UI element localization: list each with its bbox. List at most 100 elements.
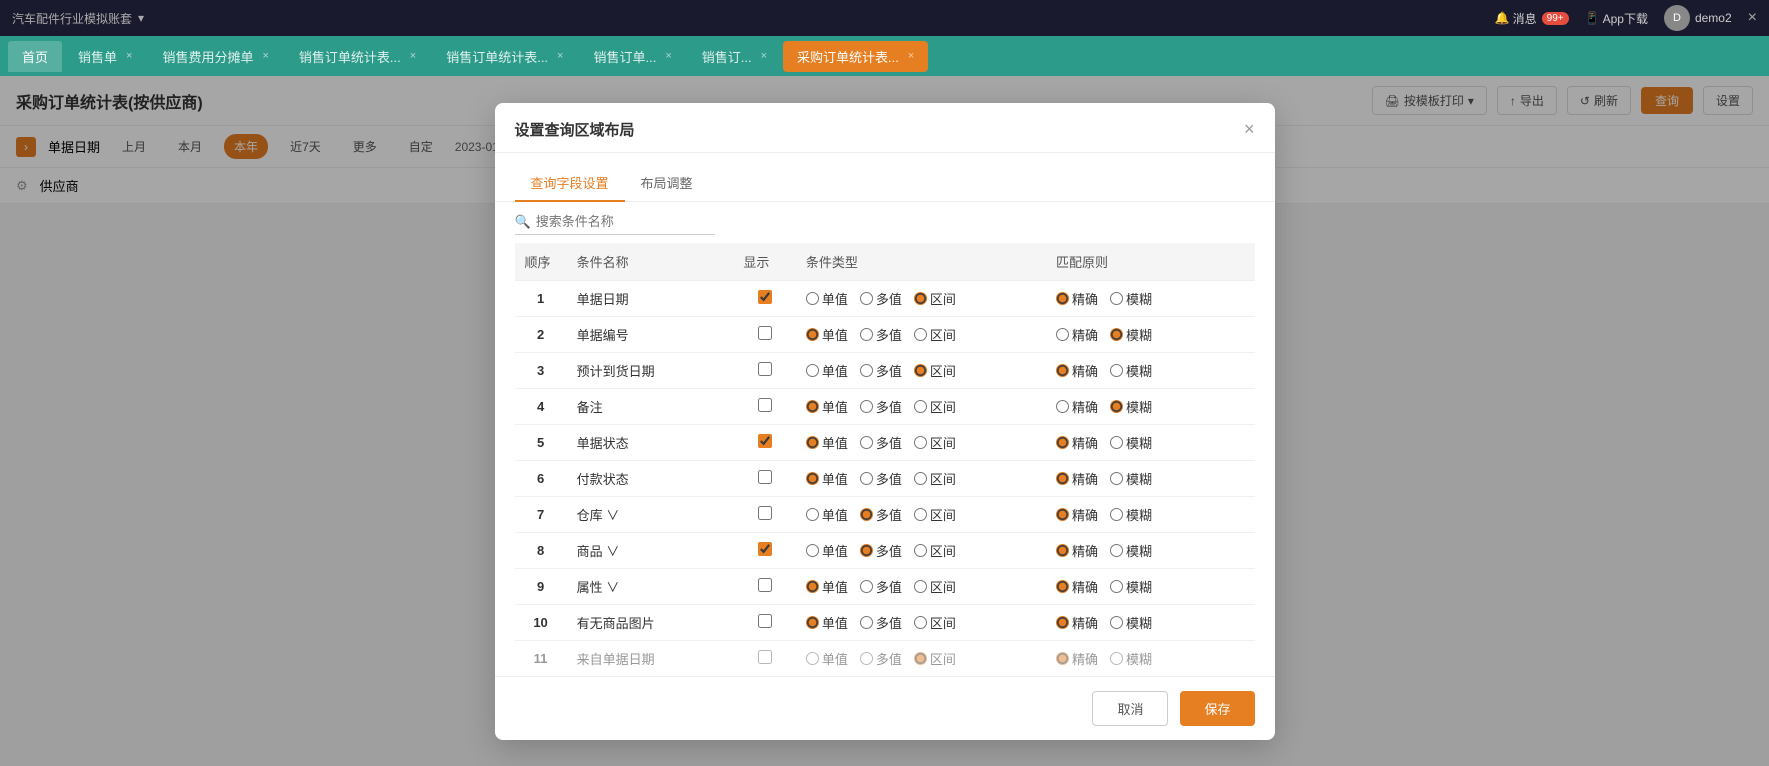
- match-radio-精确[interactable]: 精确: [1056, 613, 1098, 632]
- match-radio-模糊[interactable]: 模糊: [1110, 577, 1152, 596]
- type-radio-多值[interactable]: 多值: [860, 505, 902, 524]
- match-radio-精确[interactable]: 精确: [1056, 433, 1098, 452]
- match-radio-input-精确[interactable]: [1056, 328, 1069, 341]
- type-radio-input-单值[interactable]: [806, 508, 819, 521]
- show-checkbox[interactable]: [758, 506, 772, 520]
- match-radio-精确[interactable]: 精确: [1056, 649, 1098, 668]
- match-radio-模糊[interactable]: 模糊: [1110, 505, 1152, 524]
- match-radio-input-精确[interactable]: [1056, 400, 1069, 413]
- tab-purchase-close[interactable]: ×: [908, 50, 914, 62]
- match-radio-精确[interactable]: 精确: [1056, 577, 1098, 596]
- match-radio-input-精确[interactable]: [1056, 292, 1069, 305]
- show-checkbox[interactable]: [758, 326, 772, 340]
- match-radio-模糊[interactable]: 模糊: [1110, 649, 1152, 668]
- type-radio-单值[interactable]: 单值: [806, 505, 848, 524]
- type-radio-多值[interactable]: 多值: [860, 433, 902, 452]
- match-radio-input-模糊[interactable]: [1110, 472, 1123, 485]
- show-checkbox[interactable]: [758, 398, 772, 412]
- match-radio-模糊[interactable]: 模糊: [1110, 541, 1152, 560]
- type-radio-input-区间[interactable]: [914, 292, 927, 305]
- type-radio-input-区间[interactable]: [914, 436, 927, 449]
- type-radio-单值[interactable]: 单值: [806, 397, 848, 416]
- type-radio-input-单值[interactable]: [806, 328, 819, 341]
- tab-query-fields[interactable]: 查询字段设置: [515, 165, 625, 202]
- window-close-btn[interactable]: ×: [1748, 9, 1757, 27]
- type-radio-多值[interactable]: 多值: [860, 577, 902, 596]
- type-radio-input-区间[interactable]: [914, 544, 927, 557]
- type-radio-input-多值[interactable]: [860, 400, 873, 413]
- show-checkbox[interactable]: [758, 650, 772, 664]
- match-radio-模糊[interactable]: 模糊: [1110, 361, 1152, 380]
- match-radio-精确[interactable]: 精确: [1056, 325, 1098, 344]
- match-radio-input-模糊[interactable]: [1110, 400, 1123, 413]
- type-radio-多值[interactable]: 多值: [860, 325, 902, 344]
- match-radio-input-精确[interactable]: [1056, 616, 1069, 629]
- tab-6[interactable]: 销售订... ×: [688, 41, 781, 72]
- type-radio-多值[interactable]: 多值: [860, 397, 902, 416]
- type-radio-input-区间[interactable]: [914, 616, 927, 629]
- type-radio-单值[interactable]: 单值: [806, 361, 848, 380]
- type-radio-区间[interactable]: 区间: [914, 325, 956, 344]
- type-radio-区间[interactable]: 区间: [914, 505, 956, 524]
- show-checkbox[interactable]: [758, 290, 772, 304]
- type-radio-单值[interactable]: 单值: [806, 649, 848, 668]
- type-radio-区间[interactable]: 区间: [914, 613, 956, 632]
- search-input[interactable]: [536, 214, 696, 229]
- type-radio-input-单值[interactable]: [806, 292, 819, 305]
- match-radio-input-精确[interactable]: [1056, 364, 1069, 377]
- type-radio-input-区间[interactable]: [914, 400, 927, 413]
- type-radio-input-单值[interactable]: [806, 436, 819, 449]
- match-radio-input-模糊[interactable]: [1110, 436, 1123, 449]
- type-radio-单值[interactable]: 单值: [806, 325, 848, 344]
- type-radio-input-多值[interactable]: [860, 364, 873, 377]
- type-radio-input-多值[interactable]: [860, 472, 873, 485]
- show-checkbox[interactable]: [758, 614, 772, 628]
- type-radio-区间[interactable]: 区间: [914, 577, 956, 596]
- type-radio-单值[interactable]: 单值: [806, 469, 848, 488]
- type-radio-input-区间[interactable]: [914, 580, 927, 593]
- type-radio-单值[interactable]: 单值: [806, 577, 848, 596]
- match-radio-input-模糊[interactable]: [1110, 544, 1123, 557]
- show-checkbox[interactable]: [758, 578, 772, 592]
- match-radio-模糊[interactable]: 模糊: [1110, 325, 1152, 344]
- type-radio-input-单值[interactable]: [806, 400, 819, 413]
- cancel-btn[interactable]: 取消: [1092, 691, 1168, 726]
- show-checkbox[interactable]: [758, 542, 772, 556]
- type-radio-input-多值[interactable]: [860, 328, 873, 341]
- type-radio-区间[interactable]: 区间: [914, 433, 956, 452]
- match-radio-模糊[interactable]: 模糊: [1110, 289, 1152, 308]
- type-radio-多值[interactable]: 多值: [860, 361, 902, 380]
- tab-sales-order[interactable]: 销售单 ×: [64, 41, 146, 72]
- type-radio-input-多值[interactable]: [860, 544, 873, 557]
- match-radio-input-精确[interactable]: [1056, 508, 1069, 521]
- type-radio-input-区间[interactable]: [914, 508, 927, 521]
- type-radio-input-单值[interactable]: [806, 364, 819, 377]
- notification-btn[interactable]: 🔔 消息 99+: [1495, 10, 1569, 27]
- match-radio-精确[interactable]: 精确: [1056, 397, 1098, 416]
- type-radio-input-单值[interactable]: [806, 580, 819, 593]
- match-radio-精确[interactable]: 精确: [1056, 361, 1098, 380]
- tab-4[interactable]: 销售订单统计表... ×: [432, 41, 577, 72]
- type-radio-input-多值[interactable]: [860, 508, 873, 521]
- type-radio-input-多值[interactable]: [860, 580, 873, 593]
- match-radio-模糊[interactable]: 模糊: [1110, 433, 1152, 452]
- tab-5[interactable]: 销售订单... ×: [579, 41, 685, 72]
- tab-sales-expense-close[interactable]: ×: [262, 50, 268, 62]
- type-radio-多值[interactable]: 多值: [860, 289, 902, 308]
- match-radio-模糊[interactable]: 模糊: [1110, 613, 1152, 632]
- type-radio-多值[interactable]: 多值: [860, 469, 902, 488]
- match-radio-input-模糊[interactable]: [1110, 580, 1123, 593]
- app-download-btn[interactable]: 📱 App下载: [1585, 10, 1648, 27]
- show-checkbox[interactable]: [758, 470, 772, 484]
- save-btn[interactable]: 保存: [1180, 691, 1254, 726]
- type-radio-input-区间[interactable]: [914, 328, 927, 341]
- type-radio-区间[interactable]: 区间: [914, 649, 956, 668]
- match-radio-input-精确[interactable]: [1056, 580, 1069, 593]
- match-radio-精确[interactable]: 精确: [1056, 541, 1098, 560]
- match-radio-精确[interactable]: 精确: [1056, 469, 1098, 488]
- type-radio-多值[interactable]: 多值: [860, 613, 902, 632]
- match-radio-input-模糊[interactable]: [1110, 616, 1123, 629]
- match-radio-input-精确[interactable]: [1056, 652, 1069, 665]
- match-radio-input-模糊[interactable]: [1110, 328, 1123, 341]
- tab-4-close[interactable]: ×: [557, 50, 563, 62]
